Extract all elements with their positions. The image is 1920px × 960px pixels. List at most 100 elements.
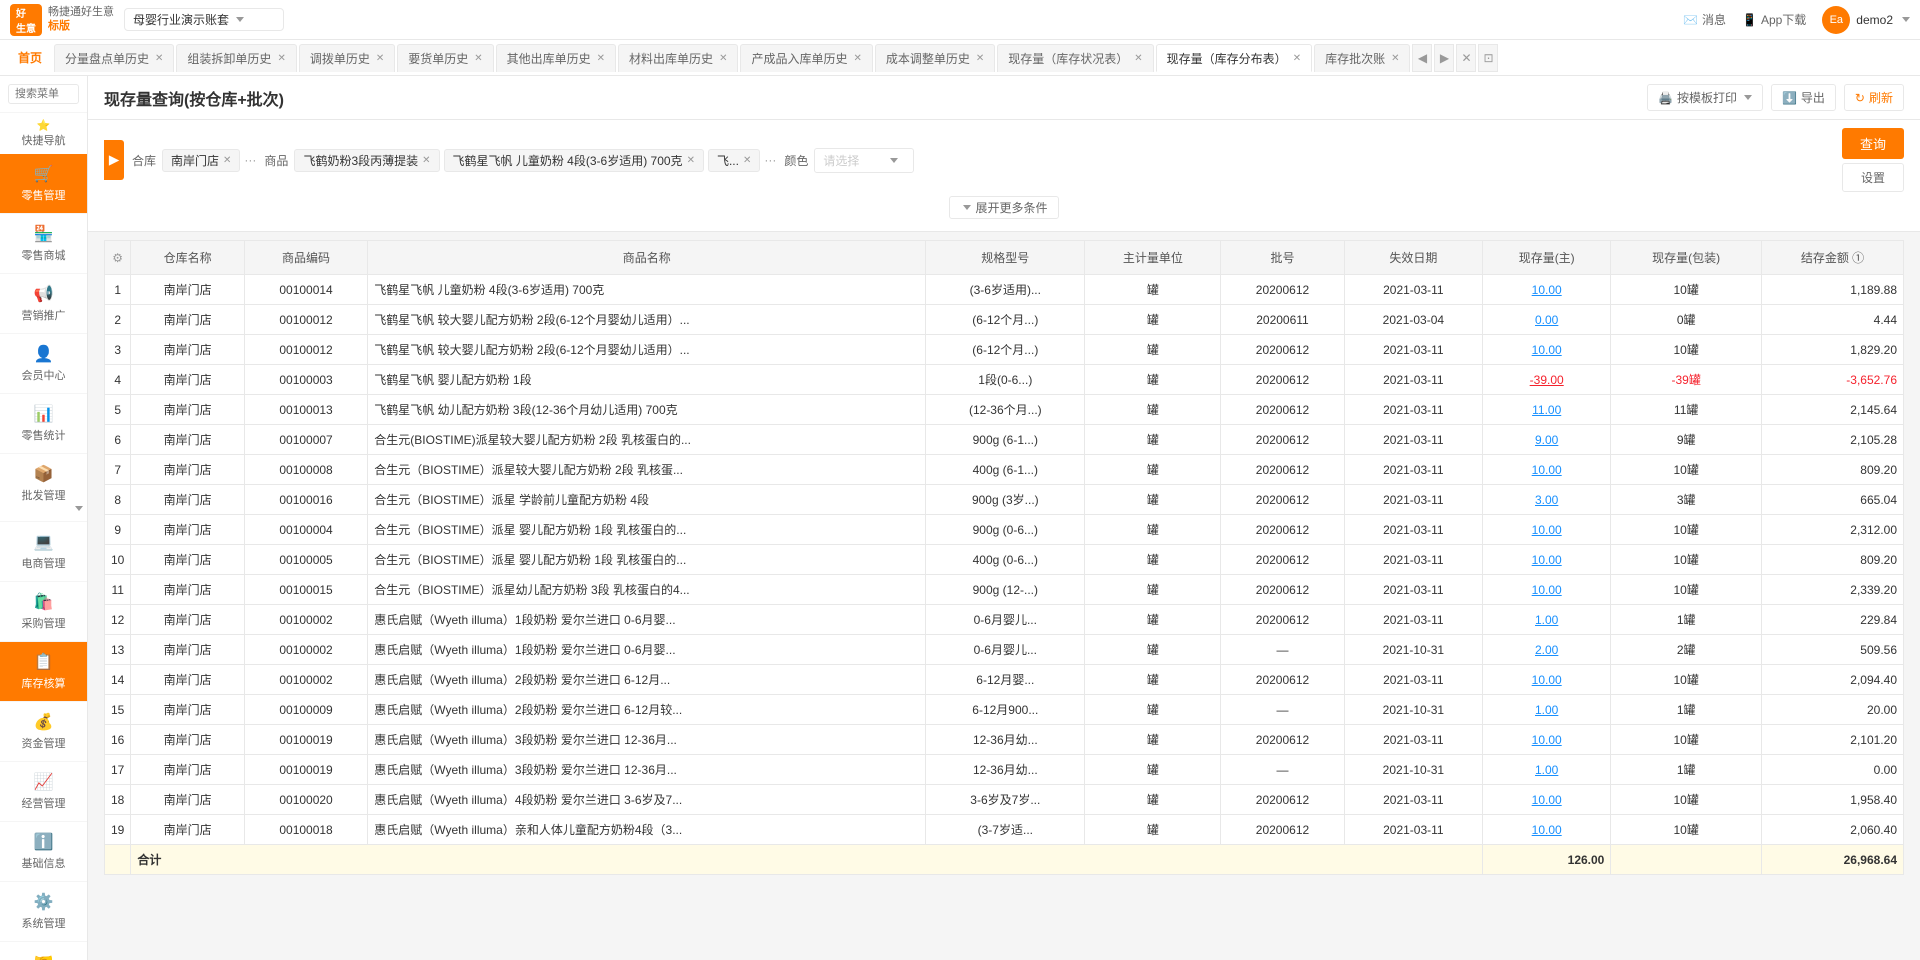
sidebar-item-marketing[interactable]: 📢 营销推广 [0, 274, 87, 334]
sidebar-item-ecommerce[interactable]: 💻 电商管理 [0, 522, 87, 582]
sidebar-item-finance[interactable]: 💰 资金管理 [0, 702, 87, 762]
row-qty-main[interactable]: 10.00 [1483, 815, 1611, 845]
tab-5[interactable]: 其他出库单历史 ✕ [496, 44, 616, 72]
app-download-btn[interactable]: 📱 App下载 [1742, 11, 1806, 28]
sidebar-item-member[interactable]: 👤 会员中心 [0, 334, 87, 394]
tab-home[interactable]: 首页 [8, 44, 52, 72]
row-qty-main[interactable]: 11.00 [1483, 395, 1611, 425]
row-qty-main[interactable]: 2.00 [1483, 635, 1611, 665]
sidebar-item-wholesale[interactable]: 📦 批发管理 [0, 454, 87, 522]
industry-select[interactable]: 母婴行业演示账套 [124, 8, 284, 31]
expand-more-btn[interactable]: 展开更多条件 [949, 196, 1058, 219]
tab-nav-expand[interactable]: ⊡ [1478, 44, 1498, 72]
logo-icon: 好生意 [10, 4, 42, 36]
row-qty-main[interactable]: -39.00 [1483, 365, 1611, 395]
row-qty-main[interactable]: 1.00 [1483, 755, 1611, 785]
tab-close-5[interactable]: ✕ [597, 53, 605, 64]
warehouse-tag[interactable]: 南岸门店 ✕ [162, 149, 240, 172]
tab-7[interactable]: 产成品入库单历史 ✕ [740, 44, 872, 72]
tab-3[interactable]: 调拨单历史 ✕ [299, 44, 395, 72]
tab-9[interactable]: 现存量（库存状况表） ✕ [997, 44, 1153, 72]
filter-expand-btn[interactable]: ▶ [104, 140, 124, 180]
search-input[interactable] [8, 84, 79, 104]
sidebar-item-purchase[interactable]: 🛍️ 采购管理 [0, 582, 87, 642]
row-qty-main[interactable]: 10.00 [1483, 545, 1611, 575]
row-balance: 1,189.88 [1761, 275, 1903, 305]
row-qty-main[interactable]: 1.00 [1483, 605, 1611, 635]
goods-more[interactable]: ··· [764, 153, 776, 167]
tab-close-8[interactable]: ✕ [976, 53, 984, 64]
tab-close-2[interactable]: ✕ [277, 53, 285, 64]
row-batch: 20200612 [1221, 605, 1344, 635]
row-no: 1 [105, 275, 131, 305]
row-qty-main[interactable]: 1.00 [1483, 695, 1611, 725]
query-btn[interactable]: 查询 [1842, 128, 1904, 159]
tab-nav-prev[interactable]: ◀ [1412, 44, 1432, 72]
table-row: 4 南岸门店 00100003 飞鹤星飞帆 婴儿配方奶粉 1段 1段(0-6..… [105, 365, 1904, 395]
col-settings[interactable]: ⚙ [105, 241, 131, 275]
tab-2[interactable]: 组装拆卸单历史 ✕ [176, 44, 296, 72]
table-row: 9 南岸门店 00100004 合生元（BIOSTIME）派星 婴儿配方奶粉 1… [105, 515, 1904, 545]
export-icon: ⬇️ [1782, 91, 1797, 105]
sidebar-item-system[interactable]: ⚙️ 系统管理 [0, 882, 87, 942]
sidebar-item-basic[interactable]: ℹ️ 基础信息 [0, 822, 87, 882]
shortcut-icon: ⭐ [37, 119, 51, 132]
tab-11[interactable]: 库存批次账 ✕ [1314, 44, 1410, 72]
row-qty-main[interactable]: 10.00 [1483, 725, 1611, 755]
goods-tag-3-remove[interactable]: ✕ [743, 155, 751, 166]
goods-tag-2[interactable]: 飞鹤星飞帆 儿童奶粉 4段(3-6岁适用) 700克 ✕ [444, 149, 704, 172]
export-btn[interactable]: ⬇️ 导出 [1771, 84, 1836, 111]
row-qty-main[interactable]: 10.00 [1483, 665, 1611, 695]
tab-close-10[interactable]: ✕ [1293, 53, 1301, 64]
tab-1[interactable]: 分量盘点单历史 ✕ [54, 44, 174, 72]
tab-4[interactable]: 要货单历史 ✕ [397, 44, 493, 72]
sidebar-item-collab[interactable]: 🤝 企业协同 [0, 942, 87, 960]
row-qty-main[interactable]: 10.00 [1483, 785, 1611, 815]
sidebar-item-business[interactable]: 📈 经营管理 [0, 762, 87, 822]
row-qty-main[interactable]: 0.00 [1483, 305, 1611, 335]
goods-tag-1[interactable]: 飞鹤奶粉3段丙薄提装 ✕ [294, 149, 439, 172]
tab-close-1[interactable]: ✕ [155, 53, 163, 64]
print-btn[interactable]: 🖨️ 按模板打印 [1647, 84, 1763, 111]
sidebar-item-retail[interactable]: 🛒 零售管理 [0, 154, 87, 214]
row-qty-main[interactable]: 10.00 [1483, 335, 1611, 365]
tab-close-11[interactable]: ✕ [1391, 53, 1399, 64]
goods-tag-3[interactable]: 飞... ✕ [708, 149, 760, 172]
row-warehouse: 南岸门店 [131, 575, 244, 605]
tab-6[interactable]: 材料出库单历史 ✕ [618, 44, 738, 72]
row-qty-main[interactable]: 9.00 [1483, 425, 1611, 455]
tab-close-4[interactable]: ✕ [474, 53, 482, 64]
tab-nav-close[interactable]: ✕ [1456, 44, 1476, 72]
refresh-btn[interactable]: ↻ 刷新 [1844, 84, 1904, 111]
settings-icon[interactable]: ⚙ [112, 251, 123, 265]
warehouse-tag-remove[interactable]: ✕ [223, 155, 231, 166]
tab-8[interactable]: 成本调整单历史 ✕ [875, 44, 995, 72]
row-qty-main[interactable]: 3.00 [1483, 485, 1611, 515]
warehouse-filter: 合库 南岸门店 ✕ ··· [132, 149, 256, 172]
row-code: 00100014 [244, 275, 367, 305]
row-code: 00100002 [244, 635, 367, 665]
row-qty-main[interactable]: 10.00 [1483, 275, 1611, 305]
goods-tag-2-remove[interactable]: ✕ [687, 155, 695, 166]
tab-close-6[interactable]: ✕ [719, 53, 727, 64]
row-qty-main[interactable]: 10.00 [1483, 575, 1611, 605]
sidebar-item-retail-stat[interactable]: 📊 零售统计 [0, 394, 87, 454]
row-warehouse: 南岸门店 [131, 305, 244, 335]
row-qty-main[interactable]: 10.00 [1483, 455, 1611, 485]
sidebar-item-inventory[interactable]: 📋 库存核算 [0, 642, 87, 702]
set-btn[interactable]: 设置 [1842, 163, 1904, 192]
sidebar-shortcut[interactable]: ⭐ 快捷导航 [0, 113, 87, 154]
tab-close-9[interactable]: ✕ [1134, 53, 1142, 64]
warehouse-more[interactable]: ··· [244, 153, 256, 167]
row-qty-main[interactable]: 10.00 [1483, 515, 1611, 545]
tab-close-3[interactable]: ✕ [376, 53, 384, 64]
sidebar-item-shop[interactable]: 🏪 零售商城 [0, 214, 87, 274]
goods-tag-1-remove[interactable]: ✕ [422, 155, 430, 166]
message-btn[interactable]: ✉️ 消息 [1683, 11, 1726, 28]
tab-nav-next[interactable]: ▶ [1434, 44, 1454, 72]
tab-10[interactable]: 现存量（库存分布表） ✕ [1156, 44, 1312, 72]
tab-close-7[interactable]: ✕ [853, 53, 861, 64]
user-area[interactable]: Ea demo2 [1822, 6, 1910, 34]
row-spec: (3-6岁适用)... [926, 275, 1085, 305]
color-select[interactable]: 请选择 [814, 148, 914, 173]
